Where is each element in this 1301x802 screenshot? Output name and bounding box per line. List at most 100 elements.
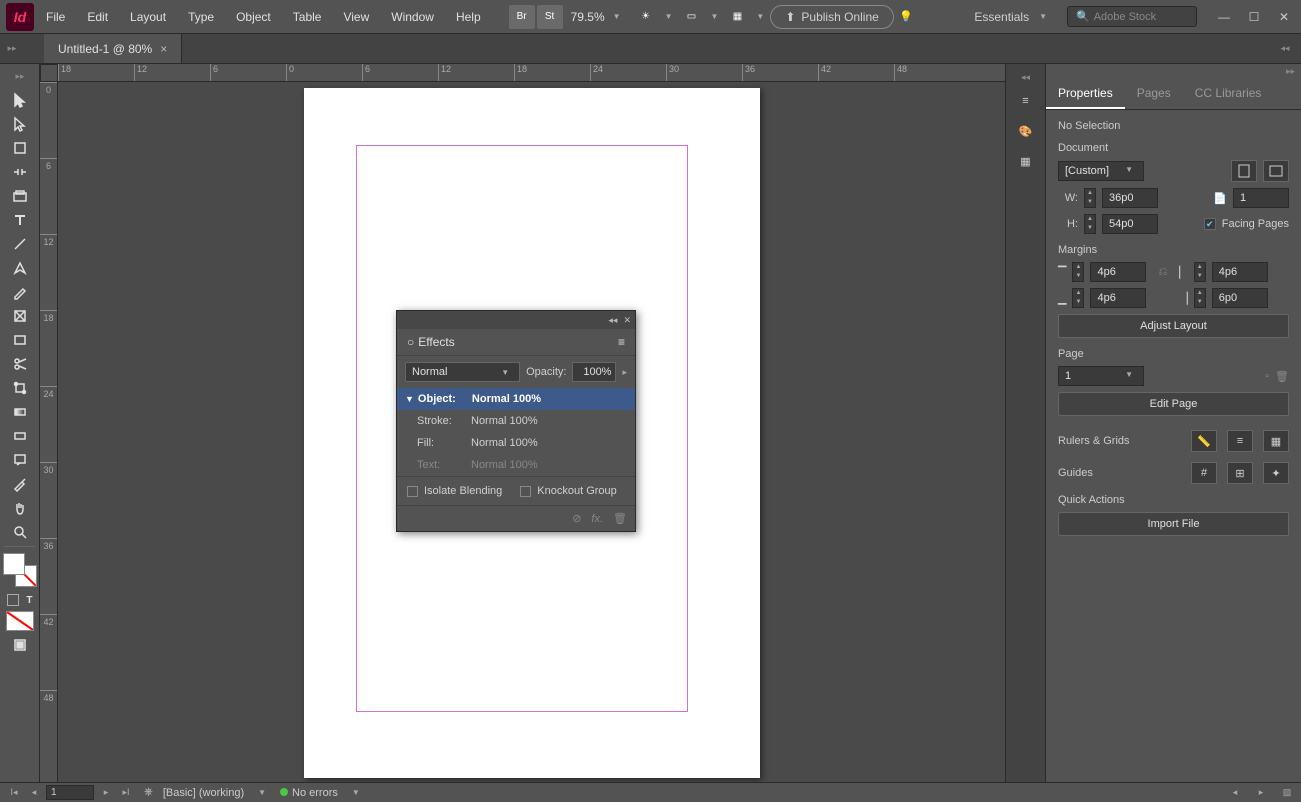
tab-scroll-icon[interactable]: ▸▸: [0, 34, 24, 63]
link-margins-icon[interactable]: ⎌: [1158, 266, 1167, 279]
effects-target-text[interactable]: Text: Normal 100%: [397, 454, 635, 476]
maximize-button[interactable]: ☐: [1243, 8, 1265, 26]
ruler-origin[interactable]: [40, 64, 58, 82]
margin-top-input[interactable]: 4p6: [1090, 262, 1146, 282]
fill-stroke-swatch[interactable]: [3, 553, 37, 587]
menu-type[interactable]: Type: [178, 4, 224, 30]
opacity-input[interactable]: 100%: [572, 362, 616, 382]
gradient-feather-tool[interactable]: [0, 424, 40, 448]
prev-page-button[interactable]: ◂: [26, 787, 42, 798]
menu-help[interactable]: Help: [446, 4, 491, 30]
margin-bottom-input[interactable]: 4p6: [1090, 288, 1146, 308]
margin-right-stepper[interactable]: ▲▼: [1194, 288, 1206, 308]
line-tool[interactable]: [0, 232, 40, 256]
clear-effects-icon[interactable]: ⊘: [572, 512, 581, 525]
panel-collapse-icon[interactable]: ◂◂: [608, 315, 617, 326]
panel-expand-icon[interactable]: ◂◂: [1273, 34, 1297, 63]
resize-handle-icon[interactable]: ▨: [1279, 787, 1295, 798]
panel-collapse-icon[interactable]: ▸▸: [1046, 64, 1301, 79]
menu-view[interactable]: View: [333, 4, 379, 30]
effects-target-object[interactable]: ▼ Object: Normal 100%: [397, 388, 635, 410]
arrange-icon[interactable]: ▦: [724, 5, 750, 29]
lock-guides-button[interactable]: ⊞: [1227, 462, 1253, 484]
fill-swatch[interactable]: [3, 553, 25, 575]
effects-target-fill[interactable]: Fill: Normal 100%: [397, 432, 635, 454]
page-number-select[interactable]: 1 ▼: [1058, 366, 1144, 386]
view-mode-toggle[interactable]: [0, 633, 40, 657]
page-tool[interactable]: [0, 136, 40, 160]
scroll-left-icon[interactable]: ◂: [1227, 787, 1243, 798]
orientation-landscape-button[interactable]: [1263, 160, 1289, 182]
tab-pages[interactable]: Pages: [1125, 79, 1183, 109]
direct-selection-tool[interactable]: [0, 112, 40, 136]
delete-effect-icon[interactable]: 🗑: [613, 512, 627, 525]
note-tool[interactable]: [0, 448, 40, 472]
menu-table[interactable]: Table: [283, 4, 332, 30]
rectangle-tool[interactable]: [0, 328, 40, 352]
document-grid-button[interactable]: ▦: [1263, 430, 1289, 452]
gap-tool[interactable]: [0, 160, 40, 184]
menu-window[interactable]: Window: [381, 4, 444, 30]
adjust-layout-button[interactable]: Adjust Layout: [1058, 314, 1289, 338]
new-page-icon[interactable]: ▫: [1265, 370, 1269, 382]
apply-none-swatch[interactable]: [6, 611, 34, 631]
selection-tool[interactable]: [0, 88, 40, 112]
dock-expand-icon[interactable]: ◂◂: [1021, 72, 1030, 83]
knockout-group-checkbox[interactable]: Knockout Group: [520, 485, 617, 497]
preflight-status[interactable]: No errors: [280, 787, 338, 799]
scroll-right-icon[interactable]: ▸: [1253, 787, 1269, 798]
pages-input[interactable]: 1: [1233, 188, 1289, 208]
gradient-swatch-tool[interactable]: [0, 400, 40, 424]
format-container-text-toggle[interactable]: T: [0, 591, 40, 609]
height-stepper[interactable]: ▲▼: [1084, 214, 1096, 234]
eyedropper-tool[interactable]: [0, 472, 40, 496]
current-page-input[interactable]: 1: [46, 785, 94, 800]
delete-page-icon[interactable]: 🗑: [1275, 370, 1289, 383]
effects-target-stroke[interactable]: Stroke: Normal 100%: [397, 410, 635, 432]
pages-dock-icon[interactable]: ▦: [1013, 149, 1039, 173]
zoom-tool[interactable]: [0, 520, 40, 544]
scissors-tool[interactable]: [0, 352, 40, 376]
last-page-button[interactable]: ▸I: [118, 787, 134, 798]
menu-object[interactable]: Object: [226, 4, 281, 30]
free-transform-tool[interactable]: [0, 376, 40, 400]
pen-tool[interactable]: [0, 256, 40, 280]
edit-page-button[interactable]: Edit Page: [1058, 392, 1289, 416]
zoom-level[interactable]: 79.5% ▼: [565, 10, 631, 24]
stock-icon[interactable]: St: [537, 5, 563, 29]
baseline-grid-button[interactable]: ≡: [1227, 430, 1253, 452]
panel-menu-icon[interactable]: ≡: [618, 335, 625, 349]
content-collector-tool[interactable]: [0, 184, 40, 208]
margin-right-input[interactable]: 6p0: [1212, 288, 1268, 308]
view-options-icon[interactable]: ☀: [633, 5, 659, 29]
next-page-button[interactable]: ▸: [98, 787, 114, 798]
tab-cc-libraries[interactable]: CC Libraries: [1183, 79, 1274, 109]
facing-pages-checkbox[interactable]: ✔: [1204, 218, 1216, 230]
smart-guides-button[interactable]: ✦: [1263, 462, 1289, 484]
rulers-toggle-button[interactable]: 📏: [1191, 430, 1217, 452]
bridge-icon[interactable]: Br: [509, 5, 535, 29]
height-input[interactable]: 54p0: [1102, 214, 1158, 234]
hand-tool[interactable]: [0, 496, 40, 520]
publish-online-button[interactable]: ⬆ Publish Online: [770, 5, 893, 29]
color-dock-icon[interactable]: 🎨: [1013, 119, 1039, 143]
margin-left-stepper[interactable]: ▲▼: [1194, 262, 1206, 282]
help-tip-icon[interactable]: 💡: [896, 10, 916, 23]
width-stepper[interactable]: ▲▼: [1084, 188, 1096, 208]
panel-close-icon[interactable]: ✕: [623, 315, 631, 326]
effects-panel[interactable]: ◂◂ ✕ ○Effects ≡ Normal ▼ Opacity: 100% ▸…: [396, 310, 636, 532]
horizontal-ruler[interactable]: 181260612182430364248: [58, 64, 1005, 82]
first-page-button[interactable]: I◂: [6, 787, 22, 798]
pencil-tool[interactable]: [0, 280, 40, 304]
screen-mode-icon[interactable]: ▭: [679, 5, 705, 29]
close-button[interactable]: ✕: [1273, 8, 1295, 26]
margin-top-stepper[interactable]: ▲▼: [1072, 262, 1084, 282]
minimize-button[interactable]: —: [1213, 8, 1235, 26]
menu-layout[interactable]: Layout: [120, 4, 176, 30]
preflight-profile[interactable]: [Basic] (working): [163, 787, 244, 799]
orientation-portrait-button[interactable]: [1231, 160, 1257, 182]
blend-mode-select[interactable]: Normal ▼: [405, 362, 520, 382]
show-guides-button[interactable]: #: [1191, 462, 1217, 484]
rectangle-frame-tool[interactable]: [0, 304, 40, 328]
opacity-chevron-icon[interactable]: ▸: [622, 367, 627, 378]
